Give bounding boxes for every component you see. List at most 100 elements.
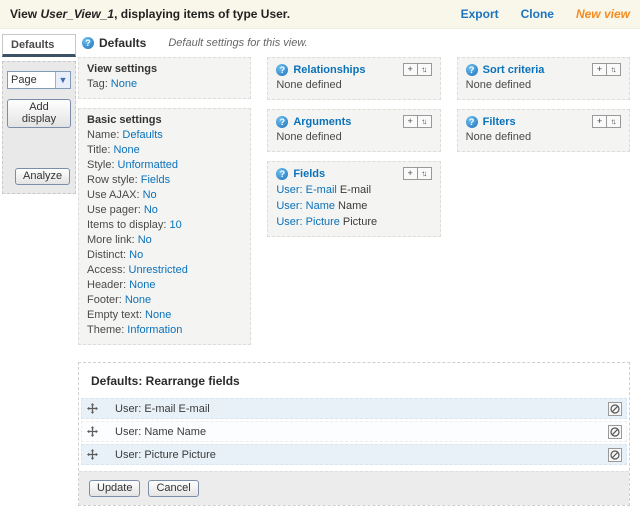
add-icon[interactable]: + [591, 115, 607, 128]
help-icon[interactable]: ? [465, 63, 478, 76]
setting-value-link[interactable]: None [113, 144, 139, 156]
setting-label: Tag: [87, 78, 108, 90]
add-icon[interactable]: + [402, 63, 418, 76]
rearrange-row-label: User: E-mail E-mail [115, 402, 210, 415]
update-button[interactable]: Update [89, 480, 141, 497]
setting-value-link[interactable]: No [129, 249, 143, 261]
remove-field-icon[interactable] [608, 424, 622, 439]
display-title: Defaults [99, 36, 147, 50]
view-settings-box: View settings Tag: None [78, 57, 252, 99]
relationships-title-link[interactable]: Relationships [293, 64, 365, 76]
filters-actions: + ↑↓ [591, 115, 621, 128]
analyze-button[interactable]: Analyze [15, 168, 71, 185]
field-link[interactable]: User: Name [276, 200, 335, 212]
setting-value-link[interactable]: None [125, 294, 151, 306]
setting-label: Header: [87, 279, 127, 291]
setting-value-link[interactable]: None [111, 78, 137, 90]
sort-criteria-box: ? Sort criteria + ↑↓ None defined [456, 57, 630, 100]
remove-field-icon[interactable] [608, 401, 622, 416]
sort-criteria-title-link[interactable]: Sort criteria [483, 64, 545, 76]
field-link[interactable]: User: E-mail [276, 184, 337, 196]
setting-label: More link: [87, 234, 135, 246]
clone-link[interactable]: Clone [521, 7, 554, 21]
sort-criteria-actions: + ↑↓ [591, 63, 621, 76]
setting-label: Items to display: [87, 219, 167, 231]
rearrange-icon[interactable]: ↑↓ [416, 63, 432, 76]
export-link[interactable]: Export [461, 7, 499, 21]
setting-label: Distinct: [87, 249, 127, 261]
rearrange-icon[interactable]: ↑↓ [605, 63, 621, 76]
setting-row-more-link: More link: No [87, 233, 242, 248]
chevron-down-icon: ▼ [55, 72, 70, 88]
basic-settings-header: Basic settings [87, 114, 242, 126]
help-icon[interactable]: ? [276, 167, 289, 180]
table-row: User: Name Name [81, 421, 627, 442]
add-icon[interactable]: + [402, 167, 418, 180]
setting-row-header: Header: None [87, 278, 242, 293]
setting-value-link[interactable]: Information [127, 324, 182, 336]
setting-label: Empty text: [87, 309, 143, 321]
rearrange-icon[interactable]: ↑↓ [416, 167, 432, 180]
setting-value-link[interactable]: 10 [169, 219, 181, 231]
add-icon[interactable]: + [402, 115, 418, 128]
help-icon[interactable]: ? [465, 115, 478, 128]
fields-title-link[interactable]: Fields [293, 168, 325, 180]
arguments-actions: + ↑↓ [402, 115, 432, 128]
filters-box: ? Filters + ↑↓ None defined [456, 109, 630, 152]
setting-row-tag: Tag: None [87, 77, 242, 92]
setting-row-empty-text: Empty text: None [87, 308, 242, 323]
display-type-select[interactable]: Page ▼ [7, 71, 71, 89]
arguments-empty: None defined [276, 131, 342, 143]
setting-value-link[interactable]: Defaults [122, 129, 162, 141]
add-display-button[interactable]: Add display [7, 99, 71, 128]
rearrange-icon[interactable]: ↑↓ [416, 115, 432, 128]
setting-value-link[interactable]: No [138, 234, 152, 246]
drag-handle-icon[interactable] [87, 426, 98, 437]
display-controls-panel: Page ▼ Add display Analyze [2, 61, 76, 194]
rearrange-row-label: User: Picture Picture [115, 448, 216, 461]
view-actions: Export Clone New view [461, 7, 630, 21]
drag-handle-icon[interactable] [87, 449, 98, 460]
setting-row-row-style: Row style: Fields [87, 173, 242, 188]
setting-value-link[interactable]: Fields [141, 174, 170, 186]
rearrange-icon[interactable]: ↑↓ [605, 115, 621, 128]
field-link[interactable]: User: Picture [276, 216, 340, 228]
filters-empty: None defined [465, 131, 532, 143]
field-row-email: User: E-mail E-mail [276, 182, 431, 198]
display-settings-area: ? Defaults Default settings for this vie… [78, 34, 630, 506]
setting-value-link[interactable]: No [143, 189, 157, 201]
setting-label: Title: [87, 144, 111, 156]
fields-actions: + ↑↓ [402, 167, 432, 180]
relationships-box: ? Relationships + ↑↓ None defined [267, 57, 441, 100]
setting-value-link[interactable]: Unformatted [118, 159, 179, 171]
setting-label: Theme: [87, 324, 125, 336]
cancel-button[interactable]: Cancel [148, 480, 199, 497]
setting-row-footer: Footer: None [87, 293, 242, 308]
setting-row-use-pager: Use pager: No [87, 203, 242, 218]
help-icon[interactable]: ? [276, 63, 289, 76]
arguments-title-link[interactable]: Arguments [293, 116, 351, 128]
remove-field-icon[interactable] [608, 447, 622, 462]
relationships-header: ? Relationships + ↑↓ [276, 63, 432, 76]
tab-defaults[interactable]: Defaults [2, 34, 76, 57]
setting-row-items-to-display: Items to display: 10 [87, 218, 242, 233]
fields-header: ? Fields + ↑↓ [276, 167, 432, 180]
setting-value-link[interactable]: Unrestricted [129, 264, 188, 276]
rearrange-fields-panel: Defaults: Rearrange fields User: E-mail … [78, 362, 630, 506]
setting-label: Access: [87, 264, 126, 276]
relationships-actions: + ↑↓ [402, 63, 432, 76]
help-icon[interactable]: ? [276, 115, 289, 128]
setting-value-link[interactable]: None [129, 279, 155, 291]
settings-columns: View settings Tag: None Basic settings Na… [78, 57, 630, 354]
field-label: Picture [342, 216, 378, 228]
drag-handle-icon[interactable] [87, 403, 98, 414]
help-icon[interactable]: ? [82, 37, 94, 49]
setting-row-distinct: Distinct: No [87, 248, 242, 263]
setting-row-theme: Theme: Information [87, 323, 242, 338]
new-view-link[interactable]: New view [576, 7, 630, 21]
setting-value-link[interactable]: No [144, 204, 158, 216]
setting-row-use-ajax: Use AJAX: No [87, 188, 242, 203]
setting-value-link[interactable]: None [145, 309, 171, 321]
filters-title-link[interactable]: Filters [483, 116, 516, 128]
add-icon[interactable]: + [591, 63, 607, 76]
